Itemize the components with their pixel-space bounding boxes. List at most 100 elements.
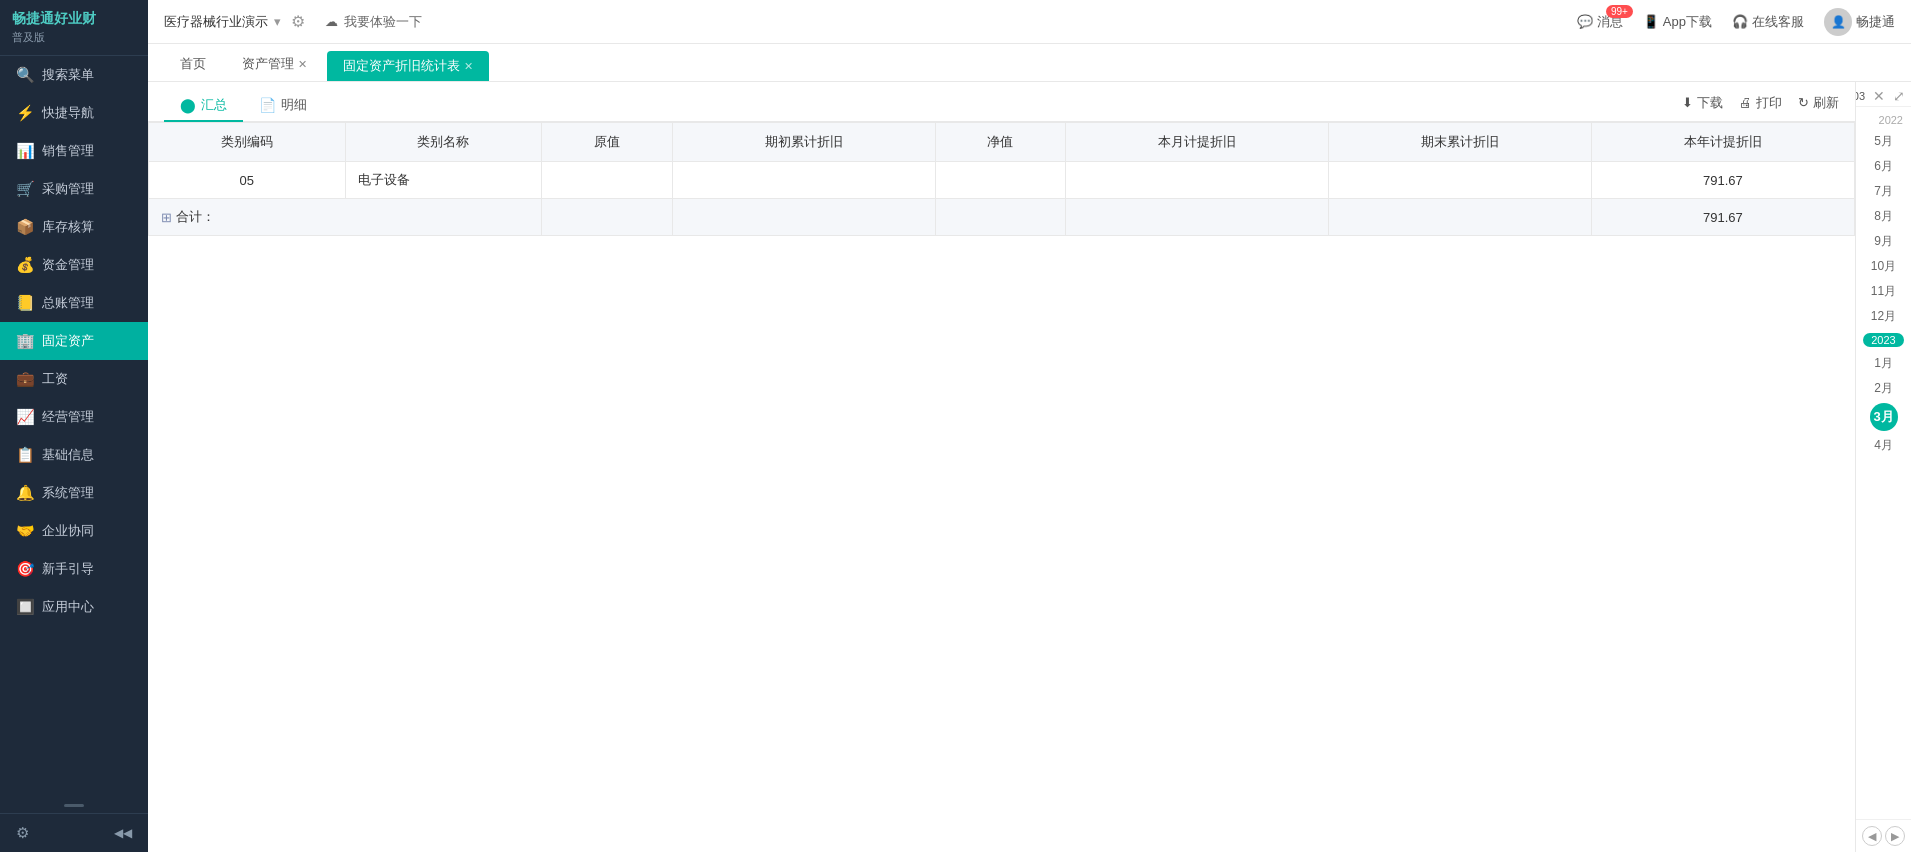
logo-subtitle: 普及版 [12,30,136,45]
rp-close-icon[interactable]: ✕ [1873,88,1885,104]
cell-period-end-dep [1328,162,1591,199]
settings-icon[interactable]: ⚙ [16,824,29,842]
tab-asset-mgmt[interactable]: 资产管理 ✕ [226,49,323,81]
sidebar-item-fixed-assets[interactable]: 🏢 固定资产 [0,322,148,360]
rp-month-1[interactable]: 1月 [1856,351,1911,376]
rp-next-button[interactable]: ▶ [1885,826,1905,846]
sidebar-item-label: 系统管理 [42,484,94,502]
content-main: ⬤ 汇总 📄 明细 ⬇ 下载 🖨 打印 [148,82,1855,852]
tab-asset-mgmt-close[interactable]: ✕ [298,58,307,71]
service-label: 在线客服 [1752,13,1804,31]
rp-month-2[interactable]: 2月 [1856,376,1911,401]
topbar-settings-icon[interactable]: ⚙ [291,12,305,31]
download-button[interactable]: ⬇ 下载 [1682,94,1723,112]
sidebar-item-app-center[interactable]: 🔲 应用中心 [0,588,148,626]
sidebar-item-system[interactable]: 🔔 系统管理 [0,474,148,512]
sidebar-item-label: 固定资产 [42,332,94,350]
download-label: 下载 [1697,94,1723,112]
print-button[interactable]: 🖨 打印 [1739,94,1782,112]
col-header-initial-dep: 期初累计折旧 [672,123,935,162]
tab-home[interactable]: 首页 [164,49,222,81]
sidebar-item-operations[interactable]: 📈 经营管理 [0,398,148,436]
refresh-button[interactable]: ↻ 刷新 [1798,94,1839,112]
rp-month-3[interactable]: 3月 [1870,403,1898,431]
print-label: 打印 [1756,94,1782,112]
trend-icon: 📈 [16,408,34,426]
rp-month-9[interactable]: 9月 [1856,229,1911,254]
sub-tab-summary[interactable]: ⬤ 汇总 [164,90,243,122]
rp-month-7[interactable]: 7月 [1856,179,1911,204]
rp-month-11[interactable]: 11月 [1856,279,1911,304]
message-button[interactable]: 💬 消息 99+ [1577,13,1623,31]
rp-month-6[interactable]: 6月 [1856,154,1911,179]
sidebar-item-basic-info[interactable]: 📋 基础信息 [0,436,148,474]
app-label: App下载 [1663,13,1712,31]
sidebar-logo: 畅捷通好业财 普及版 [0,0,148,56]
scroll-indicator [0,797,148,813]
sidebar-item-quick-nav[interactable]: ⚡ 快捷导航 [0,94,148,132]
rp-header: 2023.03 ✕ ⤢ [1856,82,1911,107]
tab-home-label: 首页 [180,55,206,73]
headphone-icon: 🎧 [1732,14,1748,29]
table-wrapper: 类别编码 类别名称 原值 期初累计折旧 净值 本月计提折旧 期末累计折旧 本年计… [148,122,1855,852]
download-icon: ⬇ [1682,95,1693,110]
cell-net [935,162,1065,199]
col-header-period-end-dep: 期末累计折旧 [1328,123,1591,162]
topbar: 医疗器械行业演示 ▾ ⚙ ☁ 我要体验一下 💬 消息 99+ 📱 App下载 🎧… [148,0,1911,44]
total-net [935,199,1065,236]
sidebar-item-inventory[interactable]: 📦 库存核算 [0,208,148,246]
book-icon: 📒 [16,294,34,312]
service-button[interactable]: 🎧 在线客服 [1732,13,1804,31]
col-header-monthly-dep: 本月计提折旧 [1065,123,1328,162]
sidebar-item-enterprise[interactable]: 🤝 企业协同 [0,512,148,550]
table-row: 05 电子设备 791.67 [149,162,1855,199]
caret-down-icon: ▾ [274,14,281,29]
total-monthly-dep [1065,199,1328,236]
sidebar-item-sales[interactable]: 📊 销售管理 [0,132,148,170]
expand-icon: ⊞ [161,210,172,225]
search-icon: 🔍 [16,66,34,84]
right-date-panel: 2023.03 ✕ ⤢ 2022 5月 6月 7月 8月 9月 10月 11月 … [1855,82,1911,852]
tab-fixed-depreciation[interactable]: 固定资产折旧统计表 ✕ [327,51,489,81]
rp-month-8[interactable]: 8月 [1856,204,1911,229]
box-icon: 📦 [16,218,34,236]
money-icon: 💰 [16,256,34,274]
rp-month-12[interactable]: 12月 [1856,304,1911,329]
sidebar-item-payroll[interactable]: 💼 工资 [0,360,148,398]
user-button[interactable]: 👤 畅捷通 [1824,8,1895,36]
rp-expand-icon[interactable]: ⤢ [1893,88,1905,104]
depreciation-table: 类别编码 类别名称 原值 期初累计折旧 净值 本月计提折旧 期末累计折旧 本年计… [148,122,1855,236]
sidebar-item-finance[interactable]: 💰 资金管理 [0,246,148,284]
cell-monthly-dep [1065,162,1328,199]
rp-month-4[interactable]: 4月 [1856,433,1911,458]
sidebar-item-ledger[interactable]: 📒 总账管理 [0,284,148,322]
sidebar-item-search[interactable]: 🔍 搜索菜单 [0,56,148,94]
detail-icon: 📄 [259,97,276,113]
handshake-icon: 🤝 [16,522,34,540]
collapse-icon[interactable]: ◀◀ [114,826,132,840]
target-icon: 🎯 [16,560,34,578]
tab-fixed-depreciation-close[interactable]: ✕ [464,60,473,73]
sub-tab-summary-label: 汇总 [201,96,227,114]
experience-button[interactable]: ☁ 我要体验一下 [325,13,422,31]
rp-month-5[interactable]: 5月 [1856,129,1911,154]
sidebar-item-label: 搜索菜单 [42,66,94,84]
cell-original [542,162,672,199]
col-header-net: 净值 [935,123,1065,162]
sidebar-item-label: 采购管理 [42,180,94,198]
summary-icon: ⬤ [180,97,196,113]
sidebar-item-guide[interactable]: 🎯 新手引导 [0,550,148,588]
tab-asset-mgmt-label: 资产管理 [242,55,294,73]
sidebar-scroll: 🔍 搜索菜单 ⚡ 快捷导航 📊 销售管理 🛒 采购管理 📦 库存核算 💰 资金管… [0,56,148,797]
building-icon: 🏢 [16,332,34,350]
tab-fixed-depreciation-label: 固定资产折旧统计表 [343,57,460,75]
grid-icon: 🔲 [16,598,34,616]
app-download-button[interactable]: 📱 App下载 [1643,13,1712,31]
rp-bottom: ◀ ▶ [1856,819,1911,852]
sidebar-item-purchase[interactable]: 🛒 采购管理 [0,170,148,208]
sub-tab-detail[interactable]: 📄 明细 [243,90,323,122]
rp-prev-button[interactable]: ◀ [1862,826,1882,846]
company-selector[interactable]: 医疗器械行业演示 ▾ [164,13,281,31]
topbar-right: 💬 消息 99+ 📱 App下载 🎧 在线客服 👤 畅捷通 [1577,8,1895,36]
rp-month-10[interactable]: 10月 [1856,254,1911,279]
